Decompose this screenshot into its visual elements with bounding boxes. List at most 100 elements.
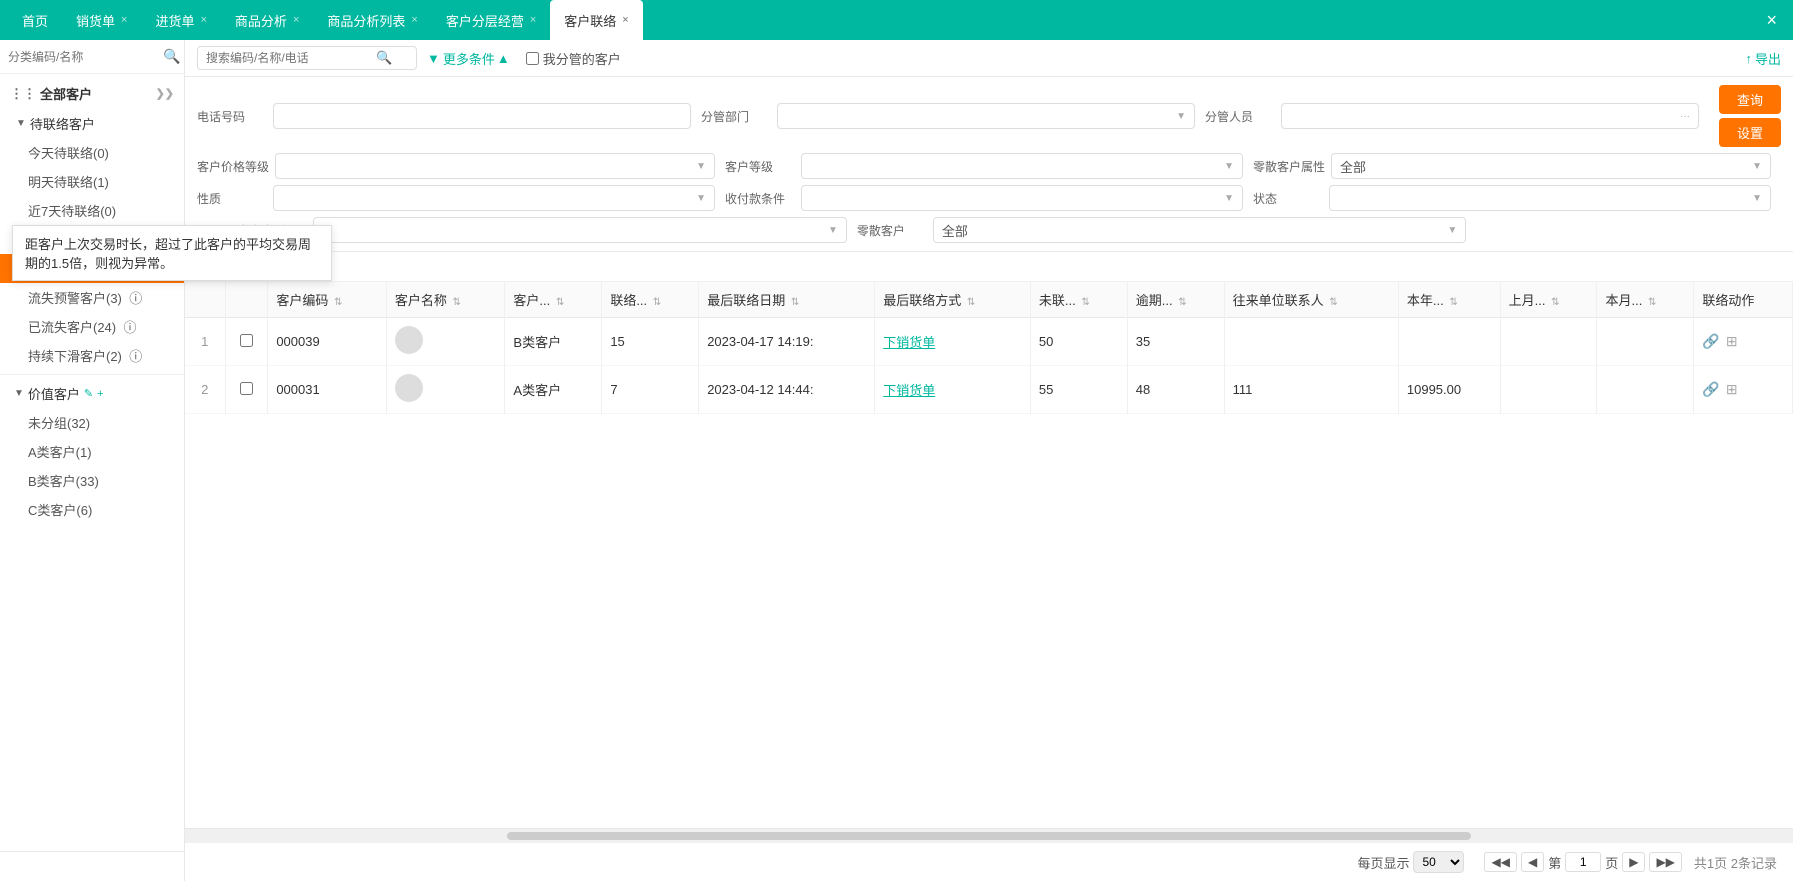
sidebar-item-7days[interactable]: 近7天待联络(0) [0,196,184,225]
sidebar-item-today[interactable]: 今天待联络(0) [0,138,184,167]
cell-contact: 7 [602,366,699,414]
sort-contact-icon[interactable]: ⇅ [653,297,661,308]
cell-code: 000031 [268,366,387,414]
close-purchase-tab[interactable]: × [200,14,206,26]
sort-grade-icon[interactable]: ⇅ [556,297,564,308]
last-method-link[interactable]: 下销货单 [883,383,935,398]
close-product-analysis-tab[interactable]: × [293,14,299,26]
sort-this-month-icon[interactable]: ⇅ [1648,297,1656,308]
status-select[interactable]: ▼ [1329,185,1771,211]
row-checkbox[interactable] [240,382,253,395]
tooltip-box: 距客户上次交易时长，超过了此客户的平均交易周期的1.5倍，则视为异常。 [12,225,332,281]
nav-item-product-list[interactable]: 商品分析列表 × [313,0,431,40]
first-page-button[interactable]: ◀◀ [1484,852,1516,872]
status-chevron-down-icon: ▼ [1752,193,1762,204]
last-method-link[interactable]: 下销货单 [883,335,935,350]
table-horizontal-scrollbar[interactable] [185,828,1793,842]
cell-checkbox[interactable] [225,366,268,414]
top-navigation: 首页 销货单 × 进货单 × 商品分析 × 商品分析列表 × 客户分层经营 × … [0,0,1793,40]
sidebar-value-group[interactable]: ▼ 价值客户 ✎ + [0,379,184,408]
phone-input[interactable] [273,103,691,129]
cell-contact: 15 [602,318,699,366]
sidebar-item-lost[interactable]: 已流失客户(24) ⓘ [0,312,184,341]
export-button[interactable]: ↑ 导出 [1745,49,1781,68]
table-scroll-container[interactable]: 客户编码 ⇅ 客户名称 ⇅ 客户... ⇅ [185,282,1793,828]
collapse-icon[interactable]: ❯❯ [156,87,174,100]
sort-code-icon[interactable]: ⇅ [334,297,342,308]
cell-checkbox[interactable] [225,318,268,366]
close-customer-tier-tab[interactable]: × [530,14,536,26]
link-action-icon[interactable]: 🔗 [1702,333,1719,350]
col-last-date: 最后联络日期 ⇅ [699,282,875,318]
filter-search-input[interactable] [206,51,376,65]
setting-button[interactable]: 设置 [1719,118,1781,147]
pagination-bar: 每页显示 50 100 200 ◀◀ ◀ 第 页 ▶ ▶▶ 共1页 2条 [185,842,1793,881]
my-customer-check[interactable] [526,52,539,65]
sidebar-search-input[interactable] [8,50,163,64]
table-row: 2 000031 A类客户 7 2023-04-12 14:44: 下销货单 5… [185,366,1793,414]
nav-item-customer-tier[interactable]: 客户分层经营 × [432,0,550,40]
nav-item-sales[interactable]: 销货单 × [62,0,141,40]
scrollbar-thumb[interactable] [507,832,1472,840]
query-button[interactable]: 查询 [1719,85,1781,114]
sidebar-all-customers[interactable]: ⋮⋮ 全部客户 ❯❯ [0,78,184,109]
sidebar-item-lost-warning[interactable]: 流失预警客户(3) ⓘ [0,283,184,312]
close-product-list-tab[interactable]: × [411,14,417,26]
next-page-button[interactable]: ▶ [1622,852,1645,872]
my-customer-checkbox[interactable]: 我分管的客户 [526,49,621,68]
nav-item-home[interactable]: 首页 [8,0,62,40]
sort-last-month-icon[interactable]: ⇅ [1551,297,1559,308]
grid-action-icon[interactable]: ⊞ [1726,333,1738,350]
sort-last-method-icon[interactable]: ⇅ [967,297,975,308]
sidebar-item-class-a[interactable]: A类客户(1) [0,437,184,466]
filter-manager: 分管人员 ··· [1205,103,1699,129]
sidebar-item-tomorrow[interactable]: 明天待联络(1) [0,167,184,196]
page-number-input[interactable] [1565,852,1601,872]
grid-action-icon[interactable]: ⊞ [1726,381,1738,398]
per-page-selector: 每页显示 50 100 200 [1357,851,1468,873]
filter-search-icon[interactable]: 🔍 [376,50,392,66]
sidebar-item-ungrouped[interactable]: 未分组(32) [0,408,184,437]
sidebar-item-class-b[interactable]: B类客户(33) [0,466,184,495]
nav-item-customer-contact[interactable]: 客户联络 × [550,0,642,40]
sort-unit-contact-icon[interactable]: ⇅ [1329,297,1337,308]
sidebar-search-icon[interactable]: 🔍 [163,48,180,65]
export-icon: ↑ [1745,51,1752,66]
link-action-icon[interactable]: 🔗 [1702,381,1719,398]
manager-select[interactable]: ··· [1281,103,1699,129]
scatter-customer-chevron-down-icon: ▼ [1447,225,1457,236]
edit-icon[interactable]: ✎ [84,387,93,400]
nav-item-product-analysis[interactable]: 商品分析 × [221,0,313,40]
advanced-filter: 电话号码 分管部门 ▼ 分管人员 ··· [185,77,1793,252]
customer-type-select[interactable]: ▼ [313,217,846,243]
cell-unit-contact: 111 [1224,366,1398,414]
sort-pending-icon[interactable]: ⇅ [1081,297,1089,308]
nature-select[interactable]: ▼ [273,185,715,211]
dept-select[interactable]: ▼ [777,103,1195,129]
prev-page-button[interactable]: ◀ [1521,852,1544,872]
row-checkbox[interactable] [240,334,253,347]
close-sales-tab[interactable]: × [121,14,127,26]
more-conditions-button[interactable]: ▼ 更多条件 ▲ [427,49,510,68]
window-close-button[interactable]: × [1758,10,1785,31]
scatter-attr-select[interactable]: 全部 ▼ [1331,153,1771,179]
per-page-select[interactable]: 50 100 200 [1413,851,1464,873]
sort-year-icon[interactable]: ⇅ [1449,297,1457,308]
cell-this-month [1597,366,1694,414]
sidebar-item-class-c[interactable]: C类客户(6) [0,495,184,524]
sidebar-pending-group[interactable]: ▼ 待联络客户 [0,109,184,138]
scatter-customer-select[interactable]: 全部 ▼ [933,217,1466,243]
add-icon[interactable]: + [97,388,103,400]
price-grade-select[interactable]: ▼ [275,153,715,179]
sort-last-date-icon[interactable]: ⇅ [791,297,799,308]
customer-grade-select[interactable]: ▼ [801,153,1243,179]
payment-select[interactable]: ▼ [801,185,1243,211]
nav-item-purchase[interactable]: 进货单 × [141,0,220,40]
sort-name-icon[interactable]: ⇅ [453,297,461,308]
last-page-button[interactable]: ▶▶ [1649,852,1681,872]
close-customer-contact-tab[interactable]: × [622,14,628,26]
dept-chevron-down-icon: ▼ [1176,111,1186,122]
col-last-month: 上月... ⇅ [1500,282,1597,318]
sidebar-item-declining[interactable]: 持续下滑客户(2) ⓘ [0,341,184,370]
sort-overdue-icon[interactable]: ⇅ [1178,297,1186,308]
